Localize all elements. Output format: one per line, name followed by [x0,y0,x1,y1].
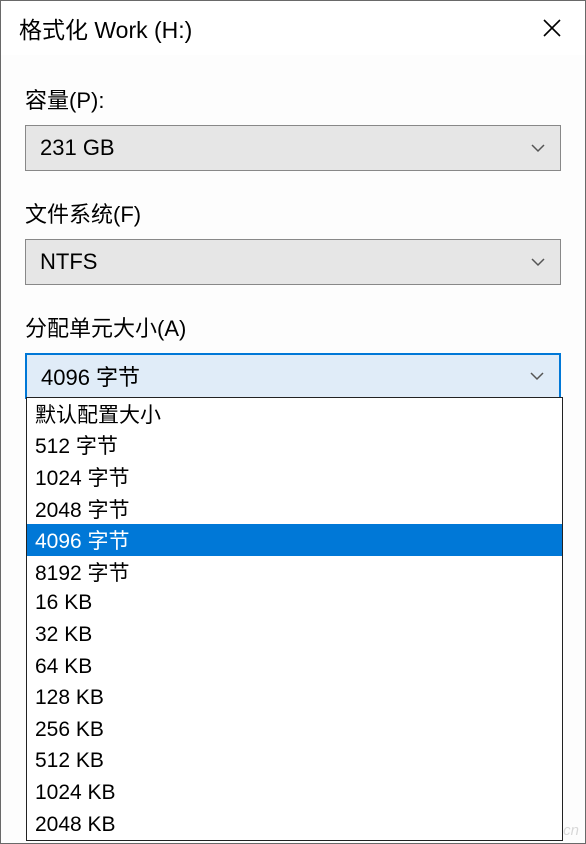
allocation-option[interactable]: 4096 字节 [27,524,562,556]
capacity-label: 容量(P): [25,83,561,115]
dialog-content: 容量(P): 231 GB 文件系统(F) NTFS 分配单元大小(A) 409… [1,55,585,399]
allocation-option[interactable]: 1024 KB [27,777,562,809]
allocation-option[interactable]: 512 字节 [27,430,562,462]
allocation-field: 分配单元大小(A) 4096 字节 [25,311,561,399]
window-title: 格式化 Work (H:) [19,11,192,45]
capacity-combobox[interactable]: 231 GB [25,125,561,171]
format-dialog: 格式化 Work (H:) 容量(P): 231 GB 文件系统(F) NTFS [0,0,586,844]
allocation-option[interactable]: 2048 KB [27,809,562,841]
close-icon [543,15,561,41]
allocation-option[interactable]: 16 KB [27,588,562,620]
filesystem-value: NTFS [40,249,97,275]
titlebar: 格式化 Work (H:) [1,1,585,55]
allocation-value: 4096 字节 [41,360,140,392]
allocation-option[interactable]: 2048 字节 [27,493,562,525]
capacity-value: 231 GB [40,135,115,161]
allocation-option[interactable]: 256 KB [27,714,562,746]
capacity-field: 容量(P): 231 GB [25,83,561,171]
allocation-option[interactable]: 64 KB [27,651,562,683]
allocation-option[interactable]: 128 KB [27,682,562,714]
filesystem-field: 文件系统(F) NTFS [25,197,561,285]
allocation-option[interactable]: 1024 字节 [27,461,562,493]
allocation-option[interactable]: 默认配置大小 [27,398,562,430]
close-button[interactable] [537,13,567,43]
allocation-combobox[interactable]: 4096 字节 [25,353,561,399]
allocation-option[interactable]: 32 KB [27,619,562,651]
chevron-down-icon [530,254,546,270]
allocation-option[interactable]: 8192 字节 [27,556,562,588]
allocation-dropdown-list[interactable]: 默认配置大小512 字节1024 字节2048 字节4096 字节8192 字节… [26,397,563,841]
chevron-down-icon [529,368,545,384]
chevron-down-icon [530,140,546,156]
filesystem-label: 文件系统(F) [25,197,561,229]
allocation-label: 分配单元大小(A) [25,311,561,343]
allocation-option[interactable]: 512 KB [27,746,562,778]
filesystem-combobox[interactable]: NTFS [25,239,561,285]
